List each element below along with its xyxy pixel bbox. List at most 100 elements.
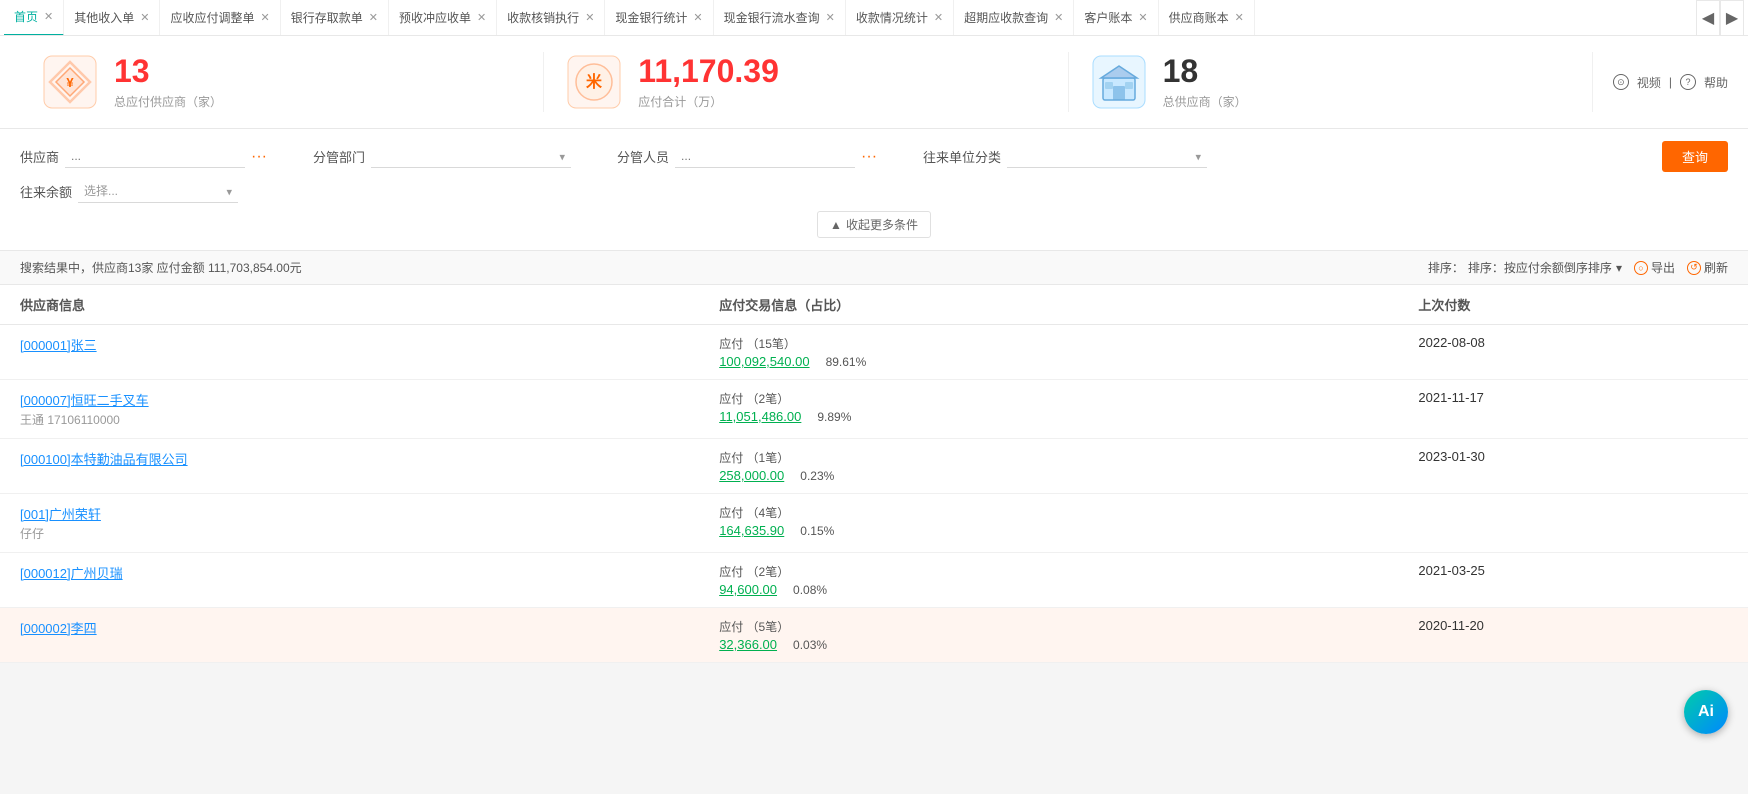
tx-bottom-0: 100,092,540.00 89.61%	[719, 352, 1378, 369]
tx-pct-0: 89.61%	[826, 355, 867, 369]
balance-select[interactable]: 选择...	[78, 180, 238, 203]
tab-supplier-ledger-close[interactable]: ✕	[1235, 11, 1244, 24]
tx-cell-5: 应付 （5笔）32,366.000.03%	[699, 608, 1398, 663]
tx-count-3: （4笔）	[747, 506, 790, 520]
supplier-link-5[interactable]: [000002]李四	[20, 621, 97, 636]
tx-pct-1: 9.89%	[817, 410, 851, 424]
category-select[interactable]	[1007, 145, 1207, 168]
tx-amount-0[interactable]: 100,092,540.00	[719, 354, 809, 369]
tx-amount-5[interactable]: 32,366.00	[719, 637, 777, 652]
category-select-wrap	[1007, 145, 1207, 168]
tab-cash-bank-stat[interactable]: 现金银行统计 ✕	[605, 0, 713, 36]
tx-amount-3[interactable]: 164,635.90	[719, 523, 784, 538]
nav-next-arrow[interactable]: ▶	[1720, 0, 1744, 36]
tx-count-0: （15笔）	[747, 337, 796, 351]
tx-amount-1[interactable]: 11,051,486.00	[719, 409, 801, 424]
video-link[interactable]: 视频	[1637, 74, 1661, 91]
tx-top-0: 应付 （15笔）	[719, 335, 1378, 352]
nav-prev-arrow[interactable]: ◀	[1696, 0, 1720, 36]
last-pay-cell-2: 2023-01-30	[1398, 439, 1748, 494]
sort-value[interactable]: 排序：按应付余额倒序排序	[1468, 259, 1612, 276]
tab-customer-ledger-label: 客户账本	[1084, 9, 1132, 26]
tab-receipt-verify-label: 收款核销执行	[507, 9, 579, 26]
tab-cash-bank-flow-close[interactable]: ✕	[826, 11, 835, 24]
tx-top-4: 应付 （2笔）	[719, 563, 1378, 580]
supplier-dots-icon[interactable]: ···	[251, 148, 267, 166]
filter-supplier: 供应商 ···	[20, 145, 267, 168]
supplier-sub-1: 王通 17106110000	[20, 411, 679, 428]
table-body: [000001]张三应付 （15笔）100,092,540.0089.61%20…	[0, 325, 1748, 663]
tx-count-1: （2笔）	[747, 392, 790, 406]
tx-cell-1: 应付 （2笔） 11,051,486.00 9.89%	[699, 380, 1398, 439]
supplier-link-4[interactable]: [000012]广州贝瑞	[20, 566, 123, 581]
tab-collection-stat-close[interactable]: ✕	[934, 11, 943, 24]
table-wrapper[interactable]: 供应商信息 应付交易信息（占比） 上次付数 [000001]张三应付 （15笔）…	[0, 285, 1748, 663]
tab-receipt-verify[interactable]: 收款核销执行 ✕	[497, 0, 605, 36]
tx-label-3: 应付	[719, 506, 746, 520]
tab-home-close[interactable]: ✕	[44, 10, 53, 23]
supplier-cell-0: [000001]张三	[0, 325, 699, 380]
col-last-pay: 上次付数	[1398, 285, 1748, 325]
person-input[interactable]	[675, 145, 855, 168]
sort-label: 排序：	[1428, 259, 1464, 276]
tab-other-income-close[interactable]: ✕	[140, 11, 149, 24]
tab-overdue-ar[interactable]: 超期应收款查询 ✕	[954, 0, 1074, 36]
card2-label: 应付合计（万）	[638, 93, 779, 110]
person-dots-icon[interactable]: ···	[861, 148, 877, 166]
tab-cash-bank-stat-label: 现金银行统计	[615, 9, 687, 26]
export-icon: ○	[1634, 261, 1648, 275]
top-navigation: 首页 ✕ 其他收入单 ✕ 应收应付调整单 ✕ 银行存取款单 ✕ 预收冲应收单 ✕…	[0, 0, 1748, 36]
tab-pre-receipt-close[interactable]: ✕	[477, 11, 486, 24]
tab-customer-ledger-close[interactable]: ✕	[1138, 11, 1147, 24]
help-link[interactable]: 帮助	[1704, 74, 1728, 91]
tx-amount-4[interactable]: 94,600.00	[719, 582, 777, 597]
filter-row-2: 往来余额 选择...	[20, 180, 1728, 203]
supplier-link-2[interactable]: [000100]本特勤油品有限公司	[20, 452, 188, 467]
tab-home-label: 首页	[14, 8, 38, 25]
tx-bottom-5: 32,366.000.03%	[719, 635, 1378, 652]
tab-other-income[interactable]: 其他收入单 ✕	[64, 0, 160, 36]
supplier-link-3[interactable]: [001]广州荣轩	[20, 507, 101, 522]
last-pay-cell-3	[1398, 494, 1748, 553]
result-text: 搜索结果中，供应商13家 应付金额 111,703,854.00元	[20, 259, 302, 276]
svg-text:¥: ¥	[66, 75, 74, 90]
tx-label-1: 应付	[719, 392, 746, 406]
tab-collection-stat[interactable]: 收款情况统计 ✕	[846, 0, 954, 36]
collapse-button[interactable]: ▲ 收起更多条件	[817, 211, 931, 238]
tab-cash-bank-flow[interactable]: 现金银行流水查询 ✕	[714, 0, 846, 36]
tx-pct-2: 0.23%	[800, 469, 834, 483]
ai-badge[interactable]: Ai	[1684, 690, 1728, 734]
tab-ar-ap-adjust[interactable]: 应收应付调整单 ✕	[160, 0, 280, 36]
tx-cell-0: 应付 （15笔） 100,092,540.00 89.61%	[699, 325, 1398, 380]
circle-icon-video: ⊙	[1613, 74, 1629, 90]
sort-icon: ▾	[1616, 261, 1622, 275]
tab-ar-ap-adjust-close[interactable]: ✕	[260, 11, 269, 24]
tx-top-5: 应付 （5笔）	[719, 618, 1378, 635]
tx-amount-2[interactable]: 258,000.00	[719, 468, 784, 483]
table-row: [000001]张三应付 （15笔）100,092,540.0089.61%20…	[0, 325, 1748, 380]
tab-receipt-verify-close[interactable]: ✕	[585, 11, 594, 24]
query-button[interactable]: 查询	[1662, 141, 1728, 172]
tab-customer-ledger[interactable]: 客户账本 ✕	[1074, 0, 1158, 36]
tab-bank-deposit[interactable]: 银行存取款单 ✕	[281, 0, 389, 36]
tab-collection-stat-label: 收款情况统计	[856, 9, 928, 26]
card3-label: 总供应商（家）	[1163, 93, 1247, 110]
tab-overdue-ar-close[interactable]: ✕	[1054, 11, 1063, 24]
export-button[interactable]: ○ 导出	[1634, 259, 1675, 276]
tab-home[interactable]: 首页 ✕	[4, 0, 64, 36]
tab-pre-receipt[interactable]: 预收冲应收单 ✕	[389, 0, 497, 36]
tab-supplier-ledger[interactable]: 供应商账本 ✕	[1159, 0, 1255, 36]
sort-select-wrap: 排序： 排序：按应付余额倒序排序 ▾	[1428, 259, 1622, 276]
tab-bank-deposit-close[interactable]: ✕	[369, 11, 378, 24]
supplier-link-1[interactable]: [000007]恒旺二手叉车	[20, 393, 149, 408]
tab-other-income-label: 其他收入单	[74, 9, 134, 26]
supplier-ap-icon: ¥	[40, 52, 100, 112]
dept-select[interactable]	[371, 145, 571, 168]
refresh-button[interactable]: ↺ 刷新	[1687, 259, 1728, 276]
supplier-input[interactable]	[65, 145, 245, 168]
card1-content: 13 总应付供应商（家）	[114, 54, 222, 110]
tx-count-5: （5笔）	[747, 620, 790, 634]
tab-cash-bank-stat-close[interactable]: ✕	[693, 11, 702, 24]
tx-pct-3: 0.15%	[800, 524, 834, 538]
supplier-link-0[interactable]: [000001]张三	[20, 338, 97, 353]
